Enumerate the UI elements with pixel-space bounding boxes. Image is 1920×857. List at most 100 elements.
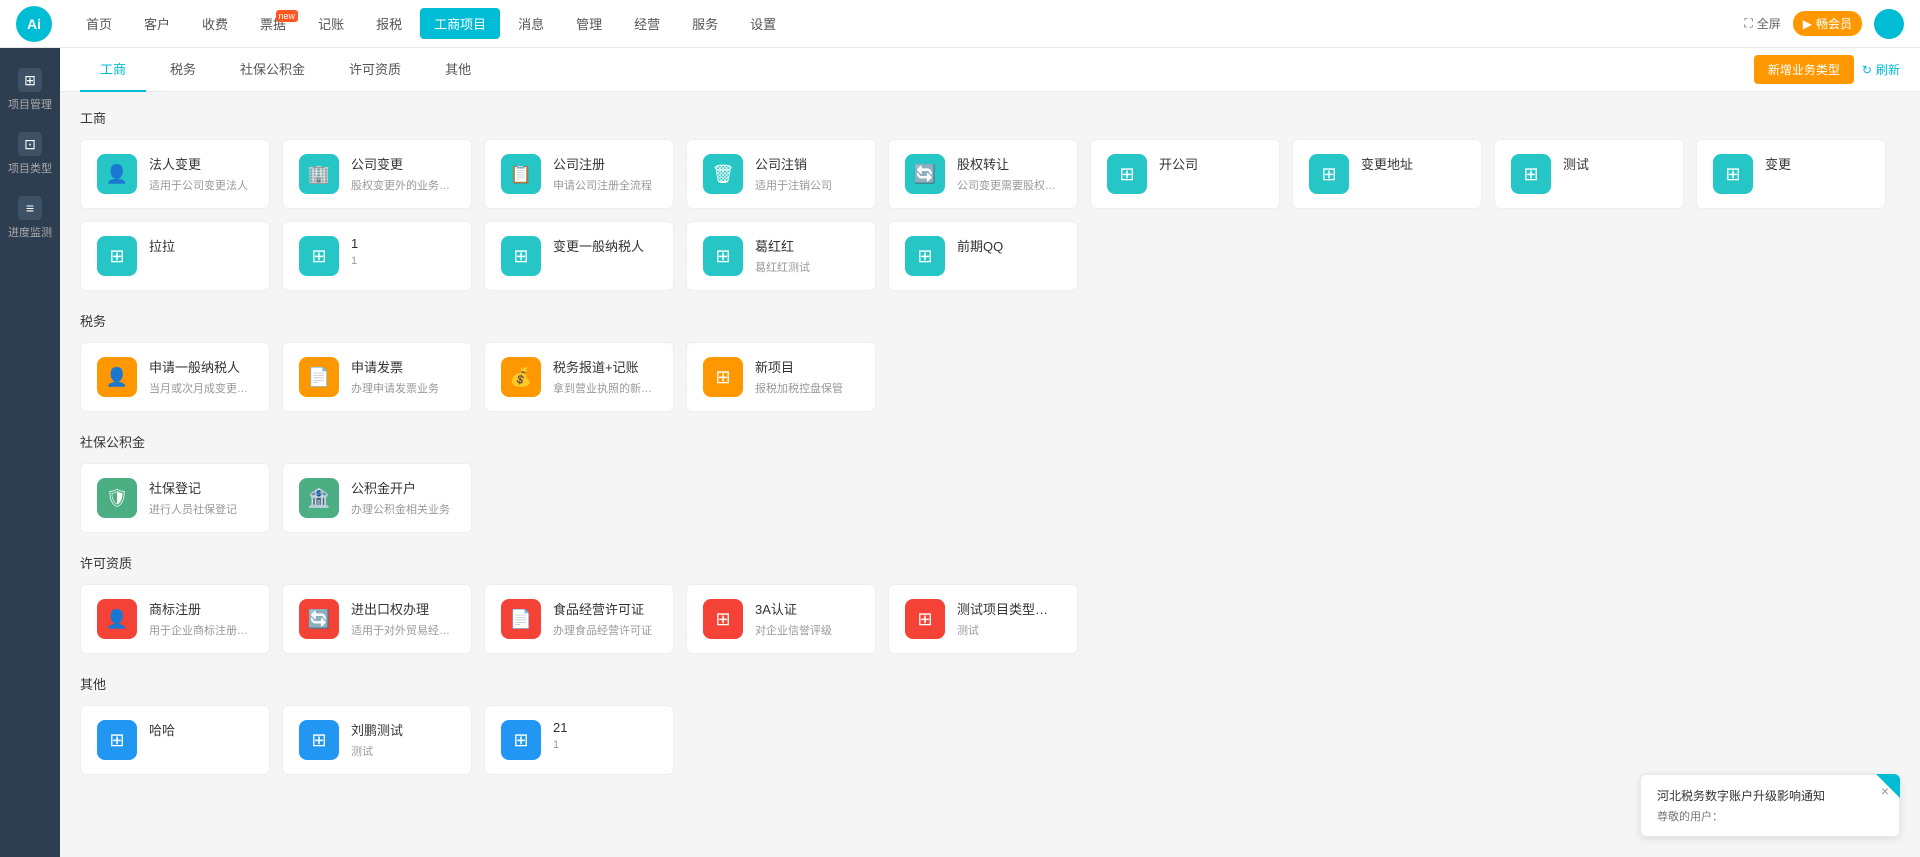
- card-icon: ⊞: [299, 720, 339, 760]
- card-social-register[interactable]: 🛡 社保登记 进行人员社保登记: [80, 463, 270, 533]
- card-import-export[interactable]: 🔄 进出口权办理 适用于对外贸易经营者: [282, 584, 472, 654]
- refresh-label: 刷新: [1876, 61, 1900, 78]
- nav-settings[interactable]: 设置: [736, 8, 790, 39]
- sidebar-item-project-type[interactable]: ⊡ 项目类型: [0, 122, 60, 186]
- card-test[interactable]: ⊞ 测试: [1494, 139, 1684, 209]
- card-title: 测试项目类型目定义: [957, 599, 1061, 618]
- nav-home[interactable]: 首页: [72, 8, 126, 39]
- card-title: 21: [553, 720, 657, 735]
- tab-other[interactable]: 其他: [425, 47, 491, 92]
- card-mohonghong[interactable]: ⊞ 葛红红 葛红红测试: [686, 221, 876, 291]
- card-icon: 🏢: [299, 154, 339, 194]
- card-icon: 🗑: [703, 154, 743, 194]
- card-icon: 🛡: [97, 478, 137, 518]
- sidebar-item-progress[interactable]: ≡ 进度监测: [0, 186, 60, 250]
- card-one[interactable]: ⊞ 1 1: [282, 221, 472, 291]
- social-cards-grid: 🛡 社保登记 进行人员社保登记 🏦 公积金开户 办理公积金相关业务: [80, 463, 1900, 533]
- card-lala[interactable]: ⊞ 拉拉: [80, 221, 270, 291]
- card-icon-legal-change: 👤: [97, 154, 137, 194]
- card-new-project[interactable]: ⊞ 新项目 报税加税控盘保管: [686, 342, 876, 412]
- card-title: 变更一般纳税人: [553, 236, 657, 255]
- card-desc: 适用于公司变更法人: [149, 177, 253, 193]
- card-title: 葛红红: [755, 236, 859, 255]
- nav-message[interactable]: 消息: [504, 8, 558, 39]
- card-test-type[interactable]: ⊞ 测试项目类型目定义 测试: [888, 584, 1078, 654]
- main-content: 工商 税务 社保公积金 许可资质 其他 新增业务类型 ↻ 刷新 工商 👤 法人变…: [60, 48, 1920, 857]
- card-desc: 办理公积金相关业务: [351, 501, 455, 517]
- nav-tax[interactable]: 报税: [362, 8, 416, 39]
- card-title: 变更地址: [1361, 154, 1465, 173]
- nav-industry[interactable]: 工商项目: [420, 8, 500, 39]
- card-desc: 进行人员社保登记: [149, 501, 253, 517]
- nav-customer[interactable]: 客户: [130, 8, 184, 39]
- tab-right-actions: 新增业务类型 ↻ 刷新: [1754, 55, 1900, 84]
- card-open-company[interactable]: ⊞ 开公司: [1090, 139, 1280, 209]
- card-icon: ⊞: [905, 599, 945, 639]
- card-icon: ⊞: [703, 599, 743, 639]
- card-icon: ⊞: [1107, 154, 1147, 194]
- card-twentyone[interactable]: ⊞ 21 1: [484, 705, 674, 775]
- card-fund-open[interactable]: 🏦 公积金开户 办理公积金相关业务: [282, 463, 472, 533]
- card-change[interactable]: ⊞ 变更: [1696, 139, 1886, 209]
- card-liupeng-test[interactable]: ⊞ 刘鹏测试 测试: [282, 705, 472, 775]
- card-desc: 股权变更外的业务变更: [351, 177, 455, 193]
- card-icon: 🔄: [905, 154, 945, 194]
- nav-business[interactable]: 经营: [620, 8, 674, 39]
- card-desc: 申请公司注册全流程: [553, 177, 657, 193]
- nav-service[interactable]: 服务: [678, 8, 732, 39]
- card-apply-tax[interactable]: 👤 申请一般纳税人 当月或次月成变更完成: [80, 342, 270, 412]
- notification-close-button[interactable]: ×: [1881, 783, 1889, 799]
- card-equity-transfer[interactable]: 🔄 股权转让 公司变更需要股权转让: [888, 139, 1078, 209]
- card-change-tax[interactable]: ⊞ 变更一般纳税人: [484, 221, 674, 291]
- fullscreen-button[interactable]: ⛶ 全屏: [1744, 15, 1780, 32]
- tab-industry[interactable]: 工商: [80, 47, 146, 92]
- card-title: 变更: [1765, 154, 1869, 173]
- card-3a-cert[interactable]: ⊞ 3A认证 对企业信誉评级: [686, 584, 876, 654]
- card-desc: 办理食品经营许可证: [553, 622, 657, 638]
- user-avatar[interactable]: [1874, 9, 1904, 39]
- add-type-button[interactable]: 新增业务类型: [1754, 55, 1854, 84]
- card-desc: 当月或次月成变更完成: [149, 380, 253, 396]
- card-title: 3A认证: [755, 599, 859, 618]
- card-company-cancel[interactable]: 🗑 公司注销 适用于注销公司: [686, 139, 876, 209]
- section-title-license: 许可资质: [80, 553, 1900, 572]
- nav-accounting[interactable]: 记账: [304, 8, 358, 39]
- card-desc: 办理申请发票业务: [351, 380, 455, 396]
- tab-tax[interactable]: 税务: [150, 47, 216, 92]
- tab-bar: 工商 税务 社保公积金 许可资质 其他 新增业务类型 ↻ 刷新: [60, 48, 1920, 92]
- card-apply-invoice[interactable]: 📄 申请发票 办理申请发票业务: [282, 342, 472, 412]
- nav-bill[interactable]: 票据 new: [246, 8, 300, 39]
- card-tax-report[interactable]: 💰 税务报道+记账 拿到营业执照的新公司: [484, 342, 674, 412]
- card-legal-change[interactable]: 👤 法人变更 适用于公司变更法人: [80, 139, 270, 209]
- license-cards-grid: 👤 商标注册 用于企业商标注册服务 🔄 进出口权办理 适用于对外贸易经营者 📄 …: [80, 584, 1900, 654]
- card-company-register[interactable]: 📋 公司注册 申请公司注册全流程: [484, 139, 674, 209]
- card-icon: ⊞: [1713, 154, 1753, 194]
- vip-button[interactable]: ▶ 畅会员: [1793, 11, 1862, 36]
- nav-manage[interactable]: 管理: [562, 8, 616, 39]
- card-change-address[interactable]: ⊞ 变更地址: [1292, 139, 1482, 209]
- card-title: 股权转让: [957, 154, 1061, 173]
- tab-social-fund[interactable]: 社保公积金: [220, 47, 325, 92]
- industry-cards-grid: 👤 法人变更 适用于公司变更法人 🏢 公司变更 股权变更外的业务变更 📋 公司注…: [80, 139, 1900, 291]
- card-title: 新项目: [755, 357, 859, 376]
- card-title: 公司注册: [553, 154, 657, 173]
- refresh-button[interactable]: ↻ 刷新: [1862, 61, 1900, 78]
- card-title: 商标注册: [149, 599, 253, 618]
- card-title: 开公司: [1159, 154, 1263, 173]
- card-haha[interactable]: ⊞ 哈哈: [80, 705, 270, 775]
- card-icon: 👤: [97, 599, 137, 639]
- card-qianqi-qq[interactable]: ⊞ 前期QQ: [888, 221, 1078, 291]
- sidebar-item-project-mgmt[interactable]: ⊞ 项目管理: [0, 58, 60, 122]
- card-desc: 测试: [957, 622, 1061, 638]
- card-title: 公司注销: [755, 154, 859, 173]
- notification-popup: × 河北税务数字账户升级影响通知 尊敬的用户：: [1640, 774, 1900, 837]
- card-food-license[interactable]: 📄 食品经营许可证 办理食品经营许可证: [484, 584, 674, 654]
- card-icon: ⊞: [501, 236, 541, 276]
- card-desc: 拿到营业执照的新公司: [553, 380, 657, 396]
- card-company-change[interactable]: 🏢 公司变更 股权变更外的业务变更: [282, 139, 472, 209]
- vip-icon: ▶: [1803, 17, 1812, 31]
- card-trademark[interactable]: 👤 商标注册 用于企业商标注册服务: [80, 584, 270, 654]
- card-desc: 适用于对外贸易经营者: [351, 622, 455, 638]
- tab-license[interactable]: 许可资质: [329, 47, 421, 92]
- nav-fee[interactable]: 收费: [188, 8, 242, 39]
